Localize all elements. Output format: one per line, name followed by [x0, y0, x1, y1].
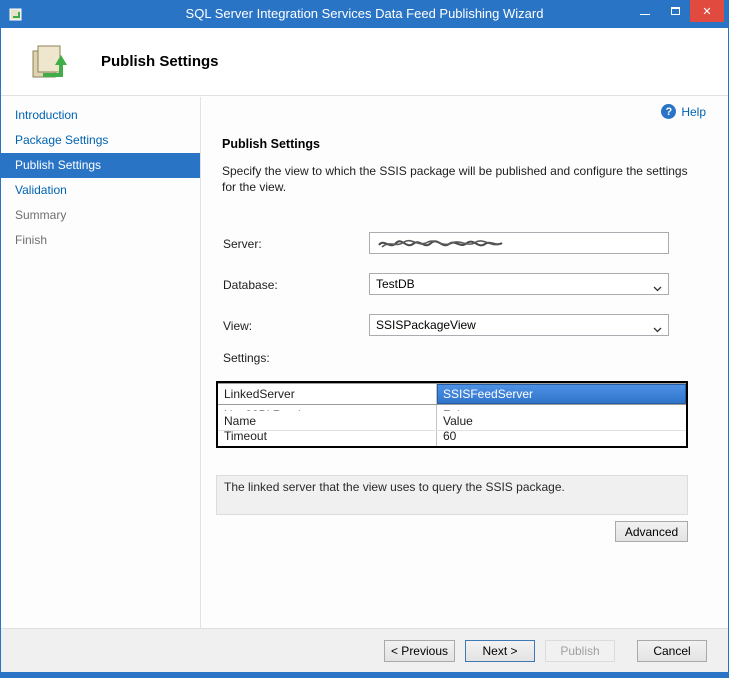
footer-bar: < Previous Next > Publish Cancel [1, 628, 728, 672]
sidebar-item-package-settings[interactable]: Package Settings [1, 128, 200, 153]
grid-cell-linkedserver-value[interactable]: SSISFeedServer [437, 384, 686, 404]
sidebar-item-publish-settings[interactable]: Publish Settings [1, 153, 200, 178]
previous-button[interactable]: < Previous [384, 640, 455, 662]
database-label: Database: [223, 278, 278, 292]
help-link[interactable]: ? Help [661, 104, 706, 119]
sidebar-item-finish: Finish [1, 228, 200, 253]
settings-label: Settings: [223, 351, 270, 365]
grid-header-row: Name Value [218, 411, 686, 431]
maximize-icon [671, 7, 680, 15]
publish-settings-icon [27, 39, 73, 85]
sidebar-item-validation[interactable]: Validation [1, 178, 200, 203]
grid-header-value: Value [437, 411, 686, 430]
wizard-steps-sidebar: Introduction Package Settings Publish Se… [1, 97, 201, 628]
setting-description-box: The linked server that the view uses to … [216, 475, 688, 515]
content-description: Specify the view to which the SSIS packa… [222, 163, 694, 195]
publish-button[interactable]: Publish [545, 640, 615, 662]
chevron-down-icon [653, 322, 662, 336]
close-icon: ✕ [702, 5, 711, 18]
database-value: TestDB [376, 277, 415, 291]
close-button[interactable]: ✕ [690, 0, 724, 22]
view-label: View: [223, 319, 252, 333]
app-icon [8, 5, 25, 22]
server-label: Server: [223, 237, 262, 251]
advanced-button[interactable]: Advanced [615, 521, 688, 542]
window-title: SQL Server Integration Services Data Fee… [1, 0, 728, 28]
database-select[interactable]: TestDB [369, 273, 669, 295]
help-icon: ? [661, 104, 676, 119]
main-content: ? Help Publish Settings Specify the view… [202, 97, 728, 628]
maximize-button[interactable] [660, 0, 690, 22]
settings-grid: Name Value LinkedServer SSISFeedServer U… [216, 381, 688, 448]
title-bar[interactable]: SQL Server Integration Services Data Fee… [1, 0, 728, 28]
page-header: Publish Settings [1, 28, 728, 96]
sidebar-item-summary: Summary [1, 203, 200, 228]
chevron-down-icon [653, 281, 662, 295]
redaction-scribble [376, 236, 506, 255]
grid-header-name: Name [218, 411, 437, 430]
view-value: SSISPackageView [376, 318, 476, 332]
wizard-window: SQL Server Integration Services Data Fee… [0, 0, 729, 678]
minimize-button[interactable] [630, 0, 660, 22]
minimize-icon [640, 14, 650, 15]
help-label: Help [681, 105, 706, 119]
content-title: Publish Settings [222, 137, 320, 151]
next-button[interactable]: Next > [465, 640, 535, 662]
grid-cell-linkedserver-name[interactable]: LinkedServer [218, 384, 437, 404]
cancel-button[interactable]: Cancel [637, 640, 707, 662]
server-input[interactable] [369, 232, 669, 254]
page-title: Publish Settings [101, 53, 219, 70]
sidebar-item-introduction[interactable]: Introduction [1, 103, 200, 128]
view-select[interactable]: SSISPackageView [369, 314, 669, 336]
caption-buttons: ✕ [630, 0, 724, 22]
table-row: LinkedServer SSISFeedServer [218, 383, 686, 404]
